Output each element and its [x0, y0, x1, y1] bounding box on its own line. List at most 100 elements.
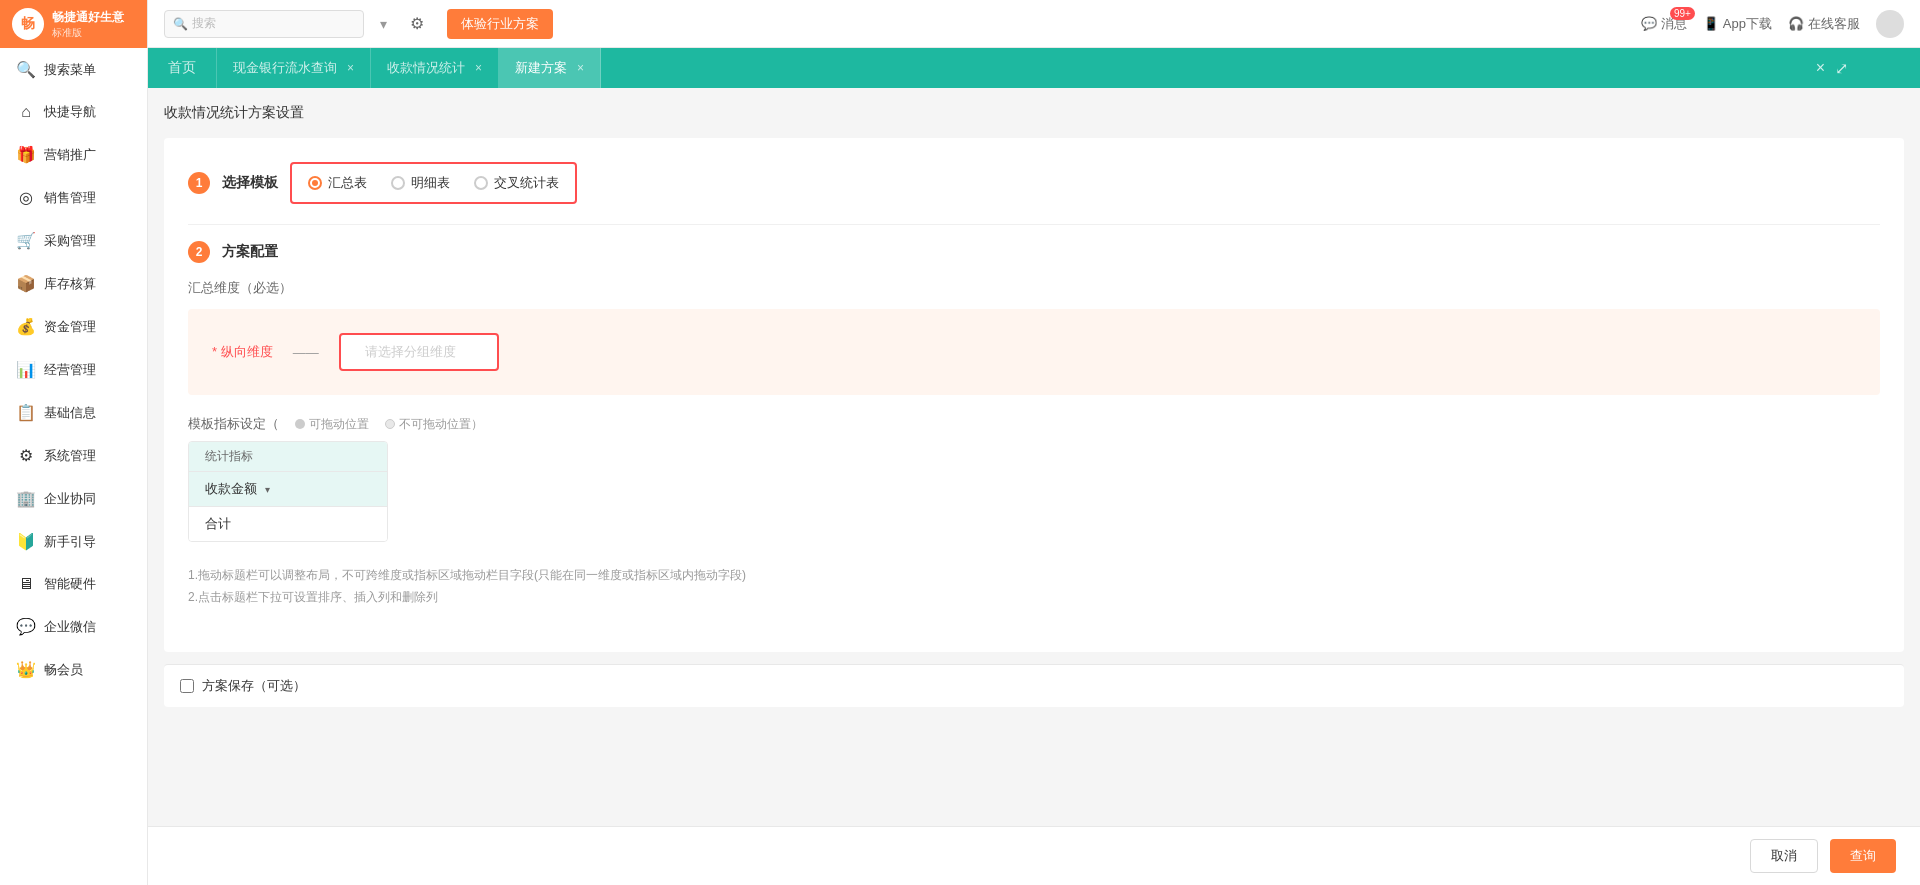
- radio-summary-circle: [308, 176, 322, 190]
- template-selection: 汇总表 明细表 交叉统计表: [290, 162, 577, 204]
- query-button[interactable]: 查询: [1830, 839, 1896, 873]
- sidebar-logo: 畅 畅捷通好生意 标准版: [0, 0, 147, 48]
- non-draggable-label: 不可拖动位置）: [399, 416, 483, 433]
- header-right: 💬 消息 99+ 📱 App下载 🎧 在线客服: [1641, 10, 1904, 38]
- vertical-dim-label: * 纵向维度: [212, 343, 273, 361]
- notice-badge: 99+: [1670, 7, 1695, 20]
- dropdown-arrow-icon[interactable]: ▾: [380, 16, 387, 32]
- sidebar-label-quick-nav: 快捷导航: [44, 103, 96, 121]
- sidebar-item-quick-nav[interactable]: ⌂ 快捷导航: [0, 91, 147, 133]
- app-download-label: App下载: [1723, 15, 1772, 33]
- cancel-button[interactable]: 取消: [1750, 839, 1818, 873]
- indicators-group-header: 统计指标: [189, 442, 387, 472]
- app-download-btn[interactable]: 📱 App下载: [1703, 15, 1772, 33]
- wechat-icon: 💬: [16, 617, 36, 636]
- sidebar-item-newbie[interactable]: 🔰 新手引导: [0, 520, 147, 563]
- sidebar-label-sales: 销售管理: [44, 189, 96, 207]
- step1-label: 选择模板: [222, 174, 278, 192]
- settings-icon[interactable]: ⚙: [403, 10, 431, 38]
- sidebar-label-basic: 基础信息: [44, 404, 96, 422]
- sidebar-item-member[interactable]: 👑 畅会员: [0, 648, 147, 691]
- tab-collection-stat-label: 收款情况统计: [387, 59, 465, 77]
- step1-num: 1: [188, 172, 210, 194]
- tab-expand-icon[interactable]: ⤢: [1835, 59, 1848, 78]
- sidebar-item-finance[interactable]: 💰 资金管理: [0, 305, 147, 348]
- sidebar-label-system: 系统管理: [44, 447, 96, 465]
- tab-close-all-icon[interactable]: ×: [1816, 59, 1825, 77]
- tab-new-plan[interactable]: 新建方案 ×: [499, 48, 601, 88]
- search-menu-icon: 🔍: [16, 60, 36, 79]
- sales-icon: ◎: [16, 188, 36, 207]
- tab-new-plan-close[interactable]: ×: [577, 61, 584, 75]
- sidebar-label-newbie: 新手引导: [44, 533, 96, 551]
- notice-btn[interactable]: 💬 消息 99+: [1641, 15, 1687, 33]
- search-input-area[interactable]: 🔍 搜索: [164, 10, 364, 38]
- sidebar-item-operation[interactable]: 📊 经营管理: [0, 348, 147, 391]
- tab-bank-flow[interactable]: 现金银行流水查询 ×: [217, 48, 371, 88]
- radio-cross-circle: [474, 176, 488, 190]
- sidebar-item-sales[interactable]: ◎ 销售管理: [0, 176, 147, 219]
- online-service-label: 在线客服: [1808, 15, 1860, 33]
- radio-detail-label: 明细表: [411, 174, 450, 192]
- dim-select-placeholder: 请选择分组维度: [365, 344, 456, 359]
- online-service-btn[interactable]: 🎧 在线客服: [1788, 15, 1860, 33]
- sidebar-label-member: 畅会员: [44, 661, 83, 679]
- top-header: 🔍 搜索 ▾ ⚙ 体验行业方案 💬 消息 99+ 📱 App下载 🎧 在线客服: [148, 0, 1920, 48]
- newbie-icon: 🔰: [16, 532, 36, 551]
- sidebar-item-inventory[interactable]: 📦 库存核算: [0, 262, 147, 305]
- enterprise-icon: 🏢: [16, 489, 36, 508]
- sidebar-item-purchase[interactable]: 🛒 采购管理: [0, 219, 147, 262]
- radio-summary[interactable]: 汇总表: [308, 174, 367, 192]
- industry-btn[interactable]: 体验行业方案: [447, 9, 553, 39]
- radio-cross[interactable]: 交叉统计表: [474, 174, 559, 192]
- main-area: 🔍 搜索 ▾ ⚙ 体验行业方案 💬 消息 99+ 📱 App下载 🎧 在线客服: [148, 0, 1920, 885]
- draggable-label: 可拖动位置: [309, 416, 369, 433]
- inventory-icon: 📦: [16, 274, 36, 293]
- sidebar-item-wechat[interactable]: 💬 企业微信: [0, 605, 147, 648]
- step1-header: 1 选择模板 汇总表 明细表 交叉统计表: [188, 162, 1880, 204]
- indicator-group-label: 统计指标: [205, 449, 253, 463]
- logo-name: 畅捷通好生意: [52, 9, 124, 26]
- radio-detail-circle: [391, 176, 405, 190]
- tab-home[interactable]: 首页: [148, 48, 217, 88]
- indicators-label-row: 模板指标设定（ 可拖动位置 不可拖动位置）: [188, 415, 1880, 433]
- tab-bank-flow-close[interactable]: ×: [347, 61, 354, 75]
- member-icon: 👑: [16, 660, 36, 679]
- tab-controls: × ⤢: [1804, 48, 1860, 88]
- tab-collection-stat-close[interactable]: ×: [475, 61, 482, 75]
- app-icon: 📱: [1703, 16, 1719, 31]
- dim-select[interactable]: 请选择分组维度: [339, 333, 499, 371]
- tab-collection-stat[interactable]: 收款情况统计 ×: [371, 48, 499, 88]
- draggable-hint: 可拖动位置: [295, 416, 369, 433]
- col-dropdown-icon[interactable]: ▾: [265, 484, 270, 495]
- search-placeholder-text: 搜索: [192, 15, 216, 32]
- avatar[interactable]: [1876, 10, 1904, 38]
- indicators-col-header[interactable]: 收款金额 ▾: [189, 472, 387, 507]
- sidebar-item-basic[interactable]: 📋 基础信息: [0, 391, 147, 434]
- sidebar-label-inventory: 库存核算: [44, 275, 96, 293]
- sidebar-item-marketing[interactable]: 🎁 营销推广: [0, 133, 147, 176]
- sidebar-label-search-menu: 搜索菜单: [44, 61, 96, 79]
- logo-text-block: 畅捷通好生意 标准版: [52, 9, 124, 40]
- sidebar-item-smart[interactable]: 🖥 智能硬件: [0, 563, 147, 605]
- arrow-right-icon: ——: [293, 345, 319, 360]
- gift-icon: 🎁: [16, 145, 36, 164]
- radio-detail[interactable]: 明细表: [391, 174, 450, 192]
- sidebar-item-enterprise[interactable]: 🏢 企业协同: [0, 477, 147, 520]
- sidebar-item-search-menu[interactable]: 🔍 搜索菜单: [0, 48, 147, 91]
- non-drag-dot-icon: [385, 419, 395, 429]
- operation-icon: 📊: [16, 360, 36, 379]
- sidebar-label-enterprise: 企业协同: [44, 490, 96, 508]
- save-checkbox[interactable]: [180, 679, 194, 693]
- home-icon: ⌂: [16, 103, 36, 121]
- indicators-label-text: 模板指标设定（: [188, 415, 279, 433]
- save-label: 方案保存（可选）: [202, 677, 306, 695]
- tab-home-label: 首页: [168, 59, 196, 77]
- sidebar-label-operation: 经营管理: [44, 361, 96, 379]
- tip-item-1: 1.拖动标题栏可以调整布局，不可跨维度或指标区域拖动栏目字段(只能在同一维度或指…: [188, 565, 1880, 587]
- drag-dot-icon: [295, 419, 305, 429]
- radio-cross-label: 交叉统计表: [494, 174, 559, 192]
- page-content: 收款情况统计方案设置 1 选择模板 汇总表 明细表: [148, 88, 1920, 826]
- service-icon: 🎧: [1788, 16, 1804, 31]
- sidebar-item-system[interactable]: ⚙ 系统管理: [0, 434, 147, 477]
